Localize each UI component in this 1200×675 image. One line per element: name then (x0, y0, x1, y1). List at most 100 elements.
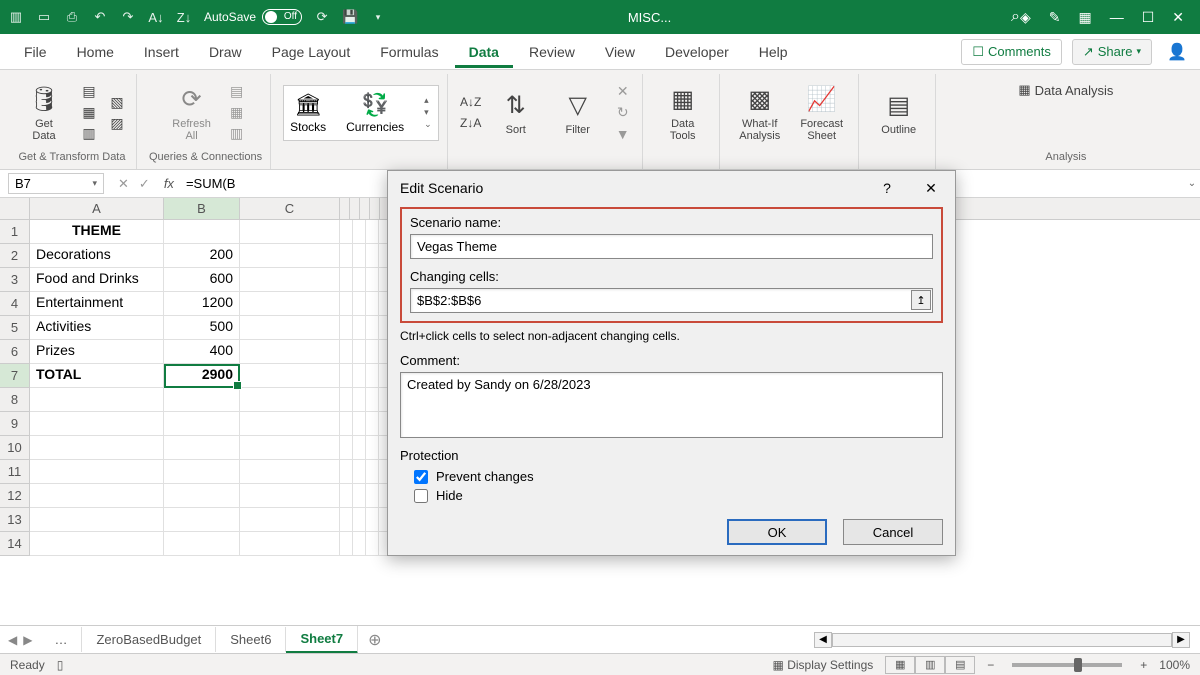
cell[interactable] (366, 244, 379, 268)
existing-conn-icon[interactable]: ▨ (106, 114, 128, 132)
cell[interactable] (366, 220, 379, 244)
cell[interactable] (240, 244, 340, 268)
cell[interactable] (353, 484, 366, 508)
cell[interactable] (366, 412, 379, 436)
data-analysis-button[interactable]: ▦ Data Analysis (1018, 78, 1113, 102)
whatif-button[interactable]: ▩What-If Analysis (732, 84, 788, 142)
cell[interactable] (353, 268, 366, 292)
cell[interactable] (353, 316, 366, 340)
cell[interactable] (366, 316, 379, 340)
sort-desc-icon[interactable]: Z↓ (174, 7, 194, 27)
reapply-icon[interactable]: ↻ (612, 104, 634, 122)
row-header[interactable]: 9 (0, 412, 30, 436)
from-web-icon[interactable]: ▦ (78, 104, 100, 122)
properties-icon[interactable]: ▦ (226, 104, 248, 122)
cell[interactable]: 500 (164, 316, 240, 340)
cell[interactable] (30, 436, 164, 460)
tab-view[interactable]: View (591, 36, 649, 68)
ribbon-mode-icon[interactable]: ▦ (1078, 9, 1091, 26)
cell[interactable] (340, 532, 353, 556)
cell[interactable] (240, 484, 340, 508)
close-button[interactable]: ✕ (1172, 9, 1184, 26)
cell[interactable] (30, 508, 164, 532)
search-icon[interactable]: ⌕ (1011, 8, 1020, 26)
tab-insert[interactable]: Insert (130, 36, 193, 68)
tab-data[interactable]: Data (455, 36, 513, 68)
column-header[interactable] (370, 198, 380, 219)
macro-record-icon[interactable]: ▯ (57, 658, 64, 672)
cell[interactable]: Decorations (30, 244, 164, 268)
cell[interactable] (353, 244, 366, 268)
cell[interactable] (30, 460, 164, 484)
cell[interactable] (240, 268, 340, 292)
cell[interactable] (240, 364, 340, 388)
row-header[interactable]: 12 (0, 484, 30, 508)
sheet-tab-sheet6[interactable]: Sheet6 (216, 627, 286, 652)
sheet-overflow[interactable]: … (40, 627, 82, 652)
tab-file[interactable]: File (10, 36, 61, 68)
cell[interactable] (340, 412, 353, 436)
zoom-out-button[interactable]: − (987, 658, 994, 672)
cell[interactable] (340, 508, 353, 532)
zoom-in-button[interactable]: + (1140, 658, 1147, 672)
cell[interactable] (240, 388, 340, 412)
tab-developer[interactable]: Developer (651, 36, 743, 68)
cell[interactable] (353, 340, 366, 364)
dialog-help-button[interactable]: ? (875, 180, 899, 196)
row-header[interactable]: 3 (0, 268, 30, 292)
cell[interactable] (340, 340, 353, 364)
cell[interactable] (353, 460, 366, 484)
cell[interactable] (240, 460, 340, 484)
cell[interactable] (240, 292, 340, 316)
fx-icon[interactable]: fx (164, 176, 174, 191)
cell[interactable]: Activities (30, 316, 164, 340)
cell[interactable]: TOTAL (30, 364, 164, 388)
cell[interactable] (340, 292, 353, 316)
cell[interactable]: 600 (164, 268, 240, 292)
cell[interactable] (366, 508, 379, 532)
cell[interactable] (366, 340, 379, 364)
tab-draw[interactable]: Draw (195, 36, 256, 68)
row-header[interactable]: 5 (0, 316, 30, 340)
page-layout-view-icon[interactable]: ▥ (915, 656, 945, 674)
comment-textarea[interactable]: Created by Sandy on 6/28/2023 (400, 372, 943, 438)
tab-home[interactable]: Home (63, 36, 128, 68)
cell[interactable] (353, 412, 366, 436)
cancel-formula-icon[interactable]: ✕ (118, 176, 129, 192)
cell[interactable] (164, 388, 240, 412)
outline-button[interactable]: ▤Outline (871, 90, 927, 136)
cell[interactable] (340, 364, 353, 388)
from-table-icon[interactable]: ▥ (78, 125, 100, 143)
cell[interactable] (340, 220, 353, 244)
cell[interactable] (353, 220, 366, 244)
sheet-tab-zerobasedbudget[interactable]: ZeroBasedBudget (82, 627, 216, 652)
comments-button[interactable]: ☐ Comments (961, 39, 1062, 65)
scenario-name-input[interactable] (410, 234, 933, 259)
cell[interactable] (353, 436, 366, 460)
cell[interactable] (340, 316, 353, 340)
cell[interactable] (340, 436, 353, 460)
cell[interactable]: 200 (164, 244, 240, 268)
cell[interactable] (240, 532, 340, 556)
cell[interactable] (164, 508, 240, 532)
range-picker-button[interactable]: ↥ (911, 290, 931, 310)
cell[interactable]: 2900 (164, 364, 240, 388)
cell[interactable] (30, 412, 164, 436)
cell[interactable] (366, 268, 379, 292)
cell[interactable] (240, 340, 340, 364)
save-icon[interactable]: 💾 (340, 7, 360, 27)
redo-icon[interactable]: ↷ (118, 7, 138, 27)
cell[interactable]: 400 (164, 340, 240, 364)
enter-formula-icon[interactable]: ✓ (139, 176, 150, 192)
cell[interactable] (366, 460, 379, 484)
open-icon[interactable]: ▭ (34, 7, 54, 27)
cell[interactable]: Food and Drinks (30, 268, 164, 292)
cell[interactable] (30, 532, 164, 556)
filter-button[interactable]: ▽Filter (550, 90, 606, 136)
cell[interactable] (366, 532, 379, 556)
cell[interactable] (366, 388, 379, 412)
cell[interactable]: Entertainment (30, 292, 164, 316)
row-header[interactable]: 11 (0, 460, 30, 484)
share-button[interactable]: ↗ Share ▾ (1072, 39, 1152, 65)
cell[interactable] (240, 508, 340, 532)
